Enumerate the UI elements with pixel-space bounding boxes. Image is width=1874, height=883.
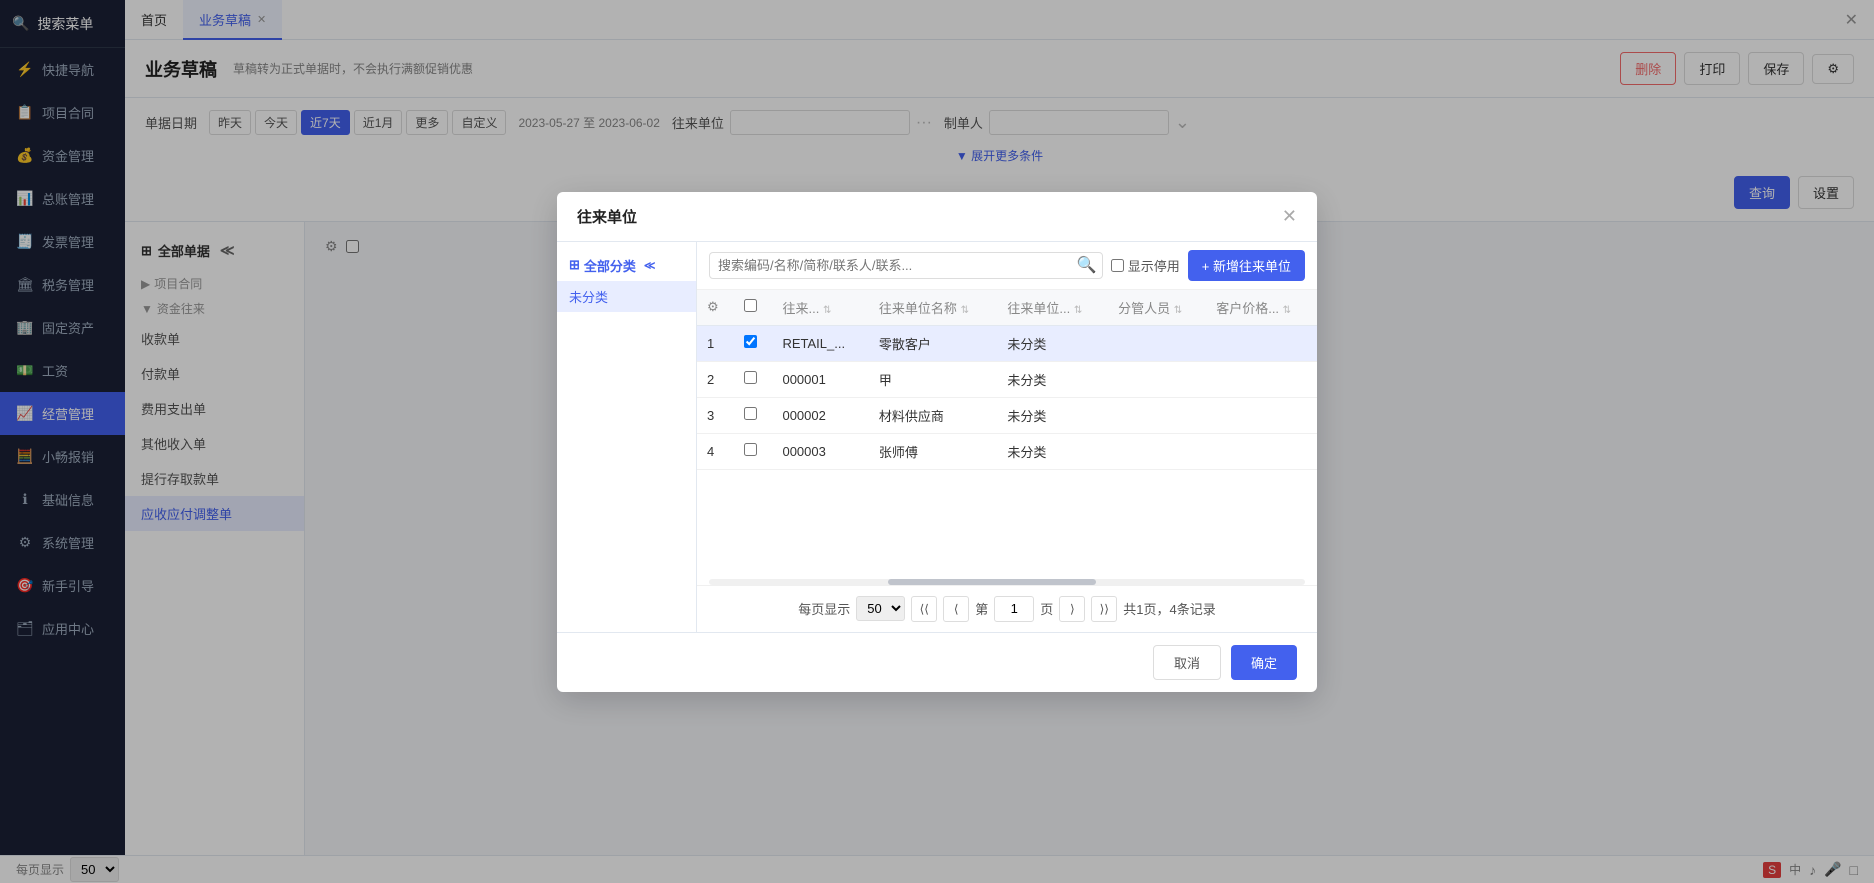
modal-title: 往来单位 [577, 206, 637, 227]
row-num: 1 [697, 325, 734, 361]
table-row[interactable]: 1 RETAIL_... 零散客户 未分类 [697, 325, 1317, 361]
grid-dots-icon: ⊞ [569, 257, 580, 273]
add-party-button[interactable]: + 新增往来单位 [1188, 250, 1305, 281]
sort-icon-price: ⇅ [1283, 305, 1291, 316]
row-category: 未分类 [997, 433, 1108, 469]
modal-all-category-header[interactable]: ⊞ 全部分类 ≪ [557, 250, 696, 281]
per-page-label: 每页显示 [798, 599, 850, 618]
settings-col-icon: ⚙ [707, 299, 719, 314]
row-code: 000002 [772, 397, 868, 433]
row-manager [1108, 433, 1206, 469]
show-disabled-checkbox[interactable] [1111, 259, 1124, 272]
table-row[interactable]: 2 000001 甲 未分类 [697, 361, 1317, 397]
row-name: 材料供应商 [869, 397, 997, 433]
last-page-button[interactable]: ⟩⟩ [1091, 596, 1117, 622]
row-code: RETAIL_... [772, 325, 868, 361]
modal-footer: 取消 确定 [557, 632, 1317, 692]
page-unit-label: 页 [1040, 599, 1053, 618]
modal-category-sidebar: ⊞ 全部分类 ≪ 未分类 [557, 242, 697, 632]
col-price: 客户价格... ⇅ [1206, 290, 1317, 326]
modal-close-button[interactable]: ✕ [1282, 206, 1297, 227]
col-category: 往来单位... ⇅ [997, 290, 1108, 326]
modal-main-panel: 🔍 显示停用 + 新增往来单位 ⚙ 往来... ⇅ 往来单位名称 ⇅ [697, 242, 1317, 632]
modal-body: ⊞ 全部分类 ≪ 未分类 🔍 显示停用 + 新增往来单位 [557, 242, 1317, 632]
modal-scrollbar-thumb[interactable] [888, 579, 1097, 585]
table-row[interactable]: 3 000002 材料供应商 未分类 [697, 397, 1317, 433]
col-settings: ⚙ [697, 290, 734, 326]
confirm-button[interactable]: 确定 [1231, 645, 1297, 680]
modal-sidebar-arrow-icon: ≪ [644, 259, 656, 272]
row-manager [1108, 361, 1206, 397]
show-disabled-label[interactable]: 显示停用 [1111, 256, 1180, 275]
sort-icon-name: ⇅ [961, 305, 969, 316]
modal-table-body: 1 RETAIL_... 零散客户 未分类 2 000001 甲 未分类 3 0… [697, 325, 1317, 469]
search-icon-button[interactable]: 🔍 [1077, 255, 1097, 275]
sort-icon-category: ⇅ [1074, 305, 1082, 316]
sort-icon-code: ⇅ [823, 305, 831, 316]
party-search-input[interactable] [709, 252, 1103, 279]
row-category: 未分类 [997, 397, 1108, 433]
party-modal: 往来单位 ✕ ⊞ 全部分类 ≪ 未分类 🔍 显示停用 [557, 192, 1317, 692]
row-price [1206, 361, 1317, 397]
modal-table-header: ⚙ 往来... ⇅ 往来单位名称 ⇅ 往来单位... ⇅ 分管人员 ⇅ 客户价格… [697, 290, 1317, 326]
prev-page-button[interactable]: ⟨ [943, 596, 969, 622]
row-code: 000001 [772, 361, 868, 397]
cancel-button[interactable]: 取消 [1153, 645, 1221, 680]
row-manager [1108, 325, 1206, 361]
page-number-input[interactable] [994, 596, 1034, 622]
row-name: 甲 [869, 361, 997, 397]
row-code: 000003 [772, 433, 868, 469]
table-row[interactable]: 4 000003 张师傅 未分类 [697, 433, 1317, 469]
row-price [1206, 325, 1317, 361]
row-name: 零散客户 [869, 325, 997, 361]
row-name: 张师傅 [869, 433, 997, 469]
col-manager: 分管人员 ⇅ [1108, 290, 1206, 326]
modal-uncategorized-item[interactable]: 未分类 [557, 281, 696, 312]
row-num: 2 [697, 361, 734, 397]
row-checkbox[interactable] [734, 433, 773, 469]
row-price [1206, 397, 1317, 433]
per-page-select[interactable]: 50 [856, 596, 905, 621]
row-num: 4 [697, 433, 734, 469]
row-num: 3 [697, 397, 734, 433]
row-checkbox[interactable] [734, 325, 773, 361]
row-category: 未分类 [997, 325, 1108, 361]
row-checkbox[interactable] [734, 361, 773, 397]
col-code: 往来... ⇅ [772, 290, 868, 326]
total-label: 共1页，4条记录 [1123, 599, 1215, 618]
row-category: 未分类 [997, 361, 1108, 397]
modal-header: 往来单位 ✕ [557, 192, 1317, 242]
modal-table-scroll[interactable]: ⚙ 往来... ⇅ 往来单位名称 ⇅ 往来单位... ⇅ 分管人员 ⇅ 客户价格… [697, 290, 1317, 579]
modal-pagination: 每页显示 50 ⟨⟨ ⟨ 第 页 ⟩ ⟩⟩ 共1页，4条记录 [697, 585, 1317, 632]
col-checkbox [734, 290, 773, 326]
page-label: 第 [975, 599, 988, 618]
search-wrapper: 🔍 [709, 252, 1103, 279]
row-checkbox[interactable] [734, 397, 773, 433]
row-manager [1108, 397, 1206, 433]
modal-horizontal-scrollbar[interactable] [709, 579, 1305, 585]
first-page-button[interactable]: ⟨⟨ [911, 596, 937, 622]
modal-select-all[interactable] [744, 299, 757, 312]
col-name: 往来单位名称 ⇅ [869, 290, 997, 326]
row-price [1206, 433, 1317, 469]
next-page-button[interactable]: ⟩ [1059, 596, 1085, 622]
modal-data-table: ⚙ 往来... ⇅ 往来单位名称 ⇅ 往来单位... ⇅ 分管人员 ⇅ 客户价格… [697, 290, 1317, 470]
modal-toolbar: 🔍 显示停用 + 新增往来单位 [697, 242, 1317, 290]
sort-icon-manager: ⇅ [1174, 305, 1182, 316]
